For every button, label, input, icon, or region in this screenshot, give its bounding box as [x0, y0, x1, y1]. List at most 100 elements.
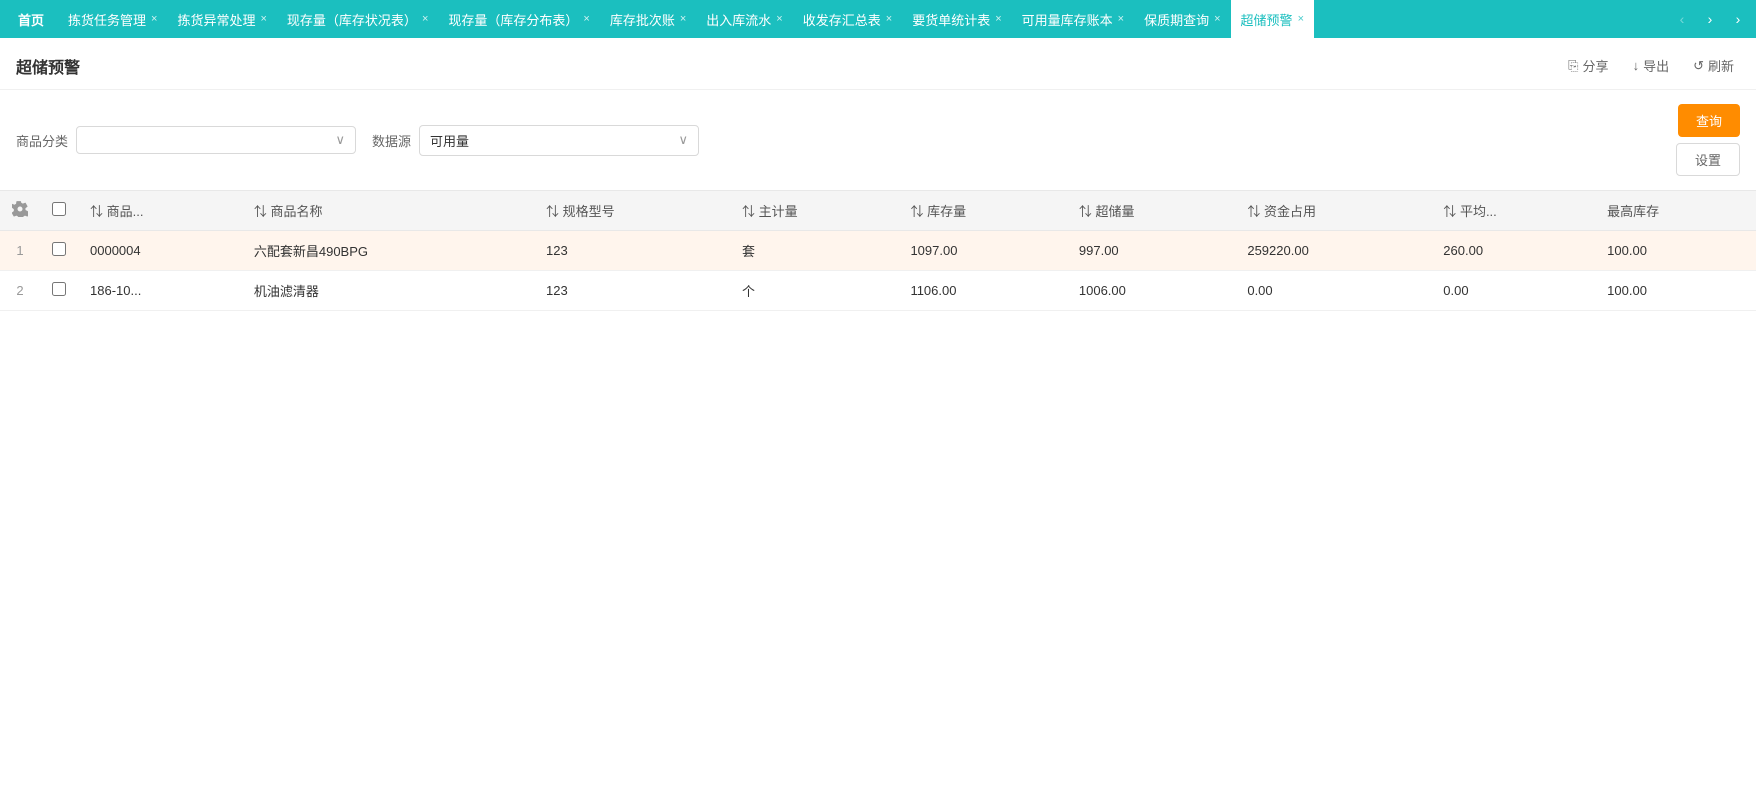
close-icon[interactable]: ×	[422, 13, 428, 25]
cell-over-stock: 1006.00	[1067, 271, 1235, 311]
row-checkbox[interactable]	[52, 242, 66, 256]
filter-right-buttons: 查询 设置	[1676, 104, 1740, 176]
nav-item-9[interactable]: 可用量库存账本 ×	[1012, 0, 1134, 38]
cell-stock: 1106.00	[898, 271, 1066, 311]
select-all-header	[40, 191, 78, 231]
close-icon[interactable]: ×	[1214, 13, 1220, 25]
category-select[interactable]: ∨	[76, 126, 356, 154]
cell-product-code: 186-10...	[78, 271, 242, 311]
cell-over-stock: 997.00	[1067, 231, 1235, 271]
col-spec-sort-icon[interactable]: ⇅	[546, 204, 559, 219]
datasource-label: 数据源	[372, 131, 411, 150]
share-button[interactable]: ⎘ 分享	[1562, 52, 1614, 79]
col-product-name-sort-icon[interactable]: ⇅	[254, 204, 267, 219]
col-avg: ⇅ 平均...	[1431, 191, 1595, 231]
cell-max-stock: 100.00	[1595, 231, 1756, 271]
row-checkbox-cell	[40, 231, 78, 271]
cell-capital: 259220.00	[1235, 231, 1431, 271]
nav-item-6[interactable]: 出入库流水 ×	[696, 0, 792, 38]
nav-item-8[interactable]: 要货单统计表 ×	[902, 0, 1011, 38]
col-capital: ⇅ 资金占用	[1235, 191, 1431, 231]
cell-max-stock: 100.00	[1595, 271, 1756, 311]
category-label: 商品分类	[16, 131, 68, 150]
page-container: 超储预警 ⎘ 分享 ↓ 导出 ↺ 刷新 商品分类 ∨ 数据源	[0, 38, 1756, 800]
col-max-stock: 最高库存	[1595, 191, 1756, 231]
close-icon[interactable]: ×	[995, 13, 1001, 25]
nav-item-5[interactable]: 库存批次账 ×	[600, 0, 696, 38]
table-row: 2 186-10... 机油滤清器 123 个 1106.00 1006.00 …	[0, 271, 1756, 311]
nav-item-11-active[interactable]: 超储预警 ×	[1231, 0, 1314, 38]
nav-home[interactable]: 首页	[4, 0, 58, 38]
nav-next-button[interactable]: ›	[1696, 0, 1724, 38]
cell-avg: 260.00	[1431, 231, 1595, 271]
row-number: 1	[0, 231, 40, 271]
page-title: 超储预警	[16, 54, 80, 78]
nav-item-7[interactable]: 收发存汇总表 ×	[793, 0, 902, 38]
datasource-select[interactable]: 可用量 ∨	[419, 125, 699, 156]
data-table: ⇅ 商品... ⇅ 商品名称 ⇅ 规格型号 ⇅ 主计量	[0, 190, 1756, 311]
filter-area: 商品分类 ∨ 数据源 可用量 ∨ 查询 设置	[0, 90, 1756, 190]
gear-icon[interactable]	[12, 201, 28, 217]
col-product-name: ⇅ 商品名称	[242, 191, 534, 231]
row-checkbox-cell	[40, 271, 78, 311]
cell-unit: 个	[730, 271, 898, 311]
table-row: 1 0000004 六配套新昌490BPG 123 套 1097.00 997.…	[0, 231, 1756, 271]
share-icon: ⎘	[1568, 58, 1578, 74]
filter-group-datasource: 数据源 可用量 ∨	[372, 125, 699, 156]
export-icon: ↓	[1633, 58, 1640, 73]
cell-unit: 套	[730, 231, 898, 271]
nav-item-10[interactable]: 保质期查询 ×	[1134, 0, 1230, 38]
row-number: 2	[0, 271, 40, 311]
close-icon[interactable]: ×	[680, 13, 686, 25]
datasource-value: 可用量	[430, 131, 469, 150]
col-spec: ⇅ 规格型号	[534, 191, 730, 231]
query-button[interactable]: 查询	[1678, 104, 1740, 137]
close-icon[interactable]: ×	[776, 13, 782, 25]
col-product-code: ⇅ 商品...	[78, 191, 242, 231]
nav-arrows: ‹ › ›	[1668, 0, 1752, 38]
col-stock: ⇅ 库存量	[898, 191, 1066, 231]
filter-group-category: 商品分类 ∨	[16, 126, 356, 154]
chevron-down-icon: ∨	[336, 132, 346, 148]
nav-more-button[interactable]: ›	[1724, 0, 1752, 38]
col-avg-sort-icon[interactable]: ⇅	[1443, 204, 1456, 219]
cell-product-name: 机油滤清器	[242, 271, 534, 311]
cell-stock: 1097.00	[898, 231, 1066, 271]
cell-product-name: 六配套新昌490BPG	[242, 231, 534, 271]
col-unit: ⇅ 主计量	[730, 191, 898, 231]
nav-item-4[interactable]: 现存量（库存分布表） ×	[438, 0, 599, 38]
cell-product-code: 0000004	[78, 231, 242, 271]
nav-prev-button[interactable]: ‹	[1668, 0, 1696, 38]
table-header-row: ⇅ 商品... ⇅ 商品名称 ⇅ 规格型号 ⇅ 主计量	[0, 191, 1756, 231]
close-icon-active[interactable]: ×	[1298, 13, 1304, 25]
settings-button[interactable]: 设置	[1676, 143, 1740, 176]
select-all-checkbox[interactable]	[52, 202, 66, 216]
col-over-stock-sort-icon[interactable]: ⇅	[1079, 204, 1092, 219]
nav-bar: 首页 拣货任务管理 × 拣货异常处理 × 现存量（库存状况表） × 现存量（库存…	[0, 0, 1756, 38]
col-capital-sort-icon[interactable]: ⇅	[1247, 204, 1260, 219]
header-actions: ⎘ 分享 ↓ 导出 ↺ 刷新	[1562, 52, 1740, 79]
export-button[interactable]: ↓ 导出	[1627, 52, 1676, 79]
nav-item-1[interactable]: 拣货任务管理 ×	[58, 0, 167, 38]
cell-capital: 0.00	[1235, 271, 1431, 311]
col-stock-sort-icon[interactable]: ⇅	[910, 204, 923, 219]
close-icon[interactable]: ×	[886, 13, 892, 25]
close-icon[interactable]: ×	[1118, 13, 1124, 25]
close-icon[interactable]: ×	[151, 13, 157, 25]
chevron-down-icon: ∨	[679, 132, 689, 148]
close-icon[interactable]: ×	[583, 13, 589, 25]
col-product-code-sort-icon[interactable]: ⇅	[90, 204, 103, 219]
nav-item-2[interactable]: 拣货异常处理 ×	[167, 0, 276, 38]
refresh-icon: ↺	[1693, 58, 1704, 74]
cell-spec: 123	[534, 271, 730, 311]
page-header: 超储预警 ⎘ 分享 ↓ 导出 ↺ 刷新	[0, 38, 1756, 90]
table-body: 1 0000004 六配套新昌490BPG 123 套 1097.00 997.…	[0, 231, 1756, 311]
nav-item-3[interactable]: 现存量（库存状况表） ×	[277, 0, 438, 38]
col-unit-sort-icon[interactable]: ⇅	[742, 204, 755, 219]
cell-avg: 0.00	[1431, 271, 1595, 311]
col-over-stock: ⇅ 超储量	[1067, 191, 1235, 231]
table-container: ⇅ 商品... ⇅ 商品名称 ⇅ 规格型号 ⇅ 主计量	[0, 190, 1756, 311]
refresh-button[interactable]: ↺ 刷新	[1687, 52, 1740, 79]
row-checkbox[interactable]	[52, 282, 66, 296]
close-icon[interactable]: ×	[260, 13, 266, 25]
